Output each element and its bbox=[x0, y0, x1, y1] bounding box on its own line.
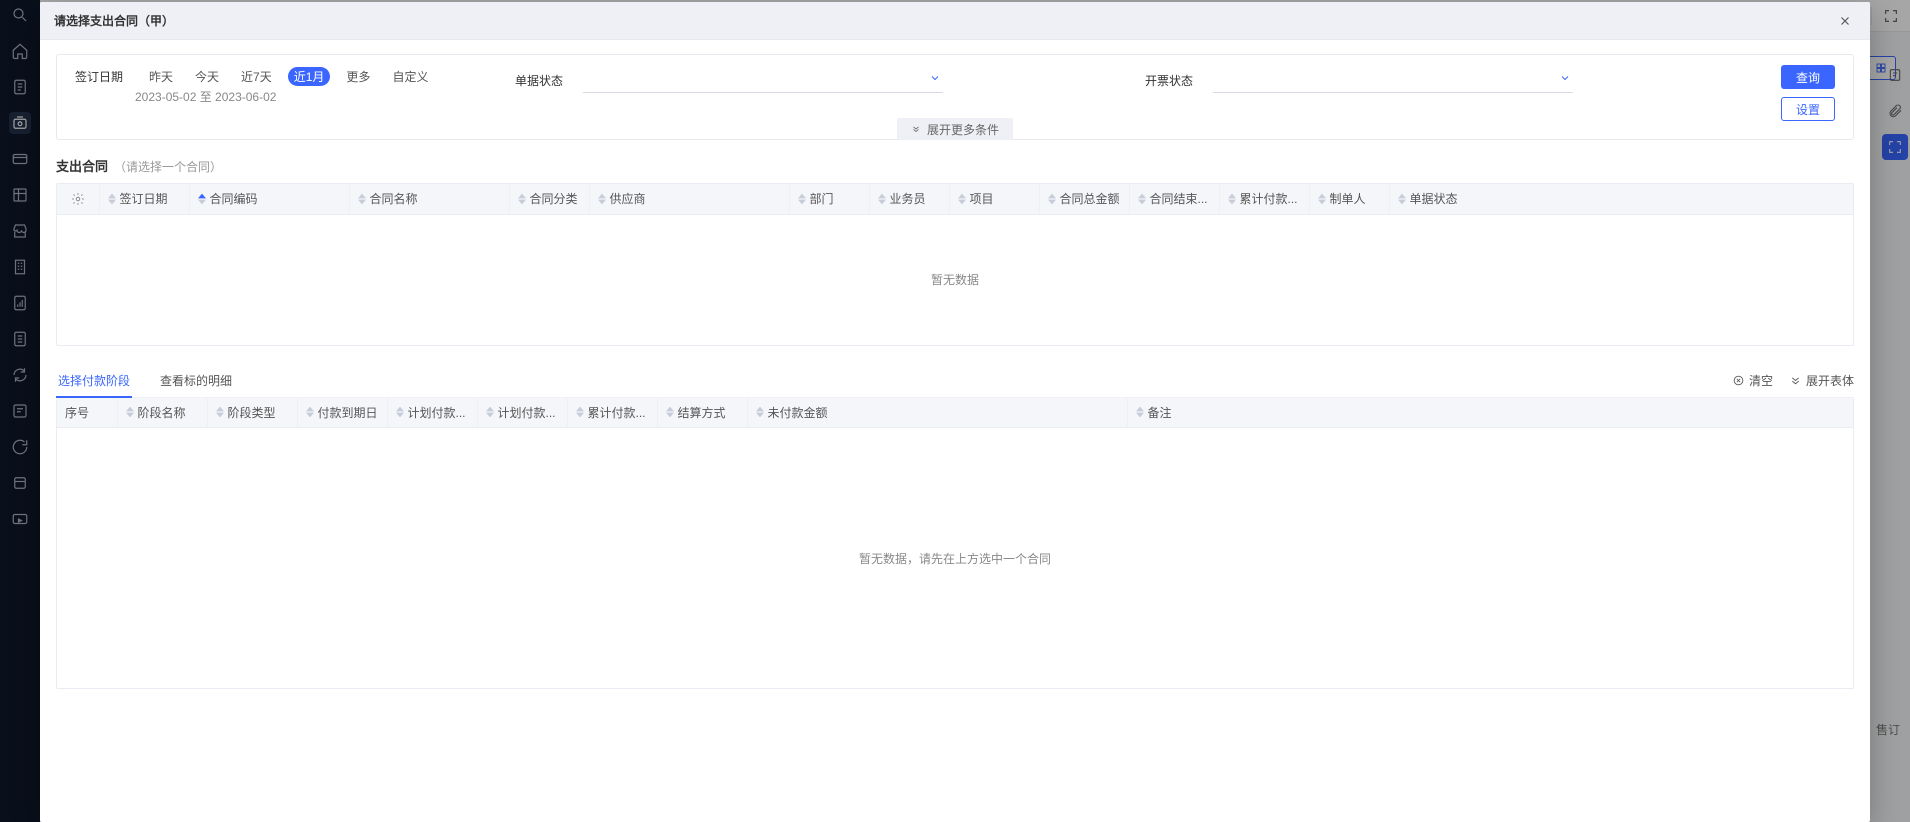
tab-payment-stage[interactable]: 选择付款阶段 bbox=[56, 364, 132, 397]
column-header[interactable]: 累计付款... bbox=[1219, 184, 1309, 214]
column-header[interactable]: 合同分类 bbox=[509, 184, 589, 214]
column-header[interactable]: 结算方式 bbox=[657, 398, 747, 428]
double-chevron-down-icon bbox=[1789, 374, 1802, 387]
stages-table: 序号阶段名称阶段类型付款到期日计划付款...计划付款...累计付款...结算方式… bbox=[56, 398, 1854, 690]
tool-clear-label: 清空 bbox=[1749, 372, 1773, 389]
chevron-down-icon bbox=[1559, 72, 1571, 87]
contracts-empty: 暂无数据 bbox=[57, 215, 1853, 345]
column-header[interactable]: 备注 bbox=[1127, 398, 1853, 428]
invoice-status-label: 开票状态 bbox=[1145, 72, 1193, 89]
date-chip-custom[interactable]: 自定义 bbox=[386, 67, 434, 86]
chevron-down-icon bbox=[929, 72, 941, 87]
column-settings[interactable] bbox=[57, 184, 99, 214]
expand-conditions-button[interactable]: 展开更多条件 bbox=[897, 118, 1013, 140]
column-header[interactable]: 序号 bbox=[57, 398, 117, 428]
column-header[interactable]: 业务员 bbox=[869, 184, 949, 214]
section-hint: （请选择一个合同） bbox=[114, 158, 222, 175]
filter-card: 签订日期 昨天 今天 近7天 近1月 更多 自定义 2023-05-02 至 2… bbox=[56, 54, 1854, 140]
stages-empty: 暂无数据，请先在上方选中一个合同 bbox=[57, 428, 1853, 688]
tool-clear[interactable]: 清空 bbox=[1732, 372, 1773, 389]
bill-status-label: 单据状态 bbox=[515, 72, 563, 89]
query-button[interactable]: 查询 bbox=[1781, 65, 1835, 89]
contracts-table: 签订日期合同编码合同名称合同分类供应商部门业务员项目合同总金额合同结束...累计… bbox=[56, 183, 1854, 346]
filter-date-range: 2023-05-02 至 2023-06-02 bbox=[75, 88, 475, 105]
column-header[interactable]: 供应商 bbox=[589, 184, 789, 214]
column-header[interactable]: 累计付款... bbox=[567, 398, 657, 428]
date-chip-yesterday[interactable]: 昨天 bbox=[143, 67, 179, 86]
column-header[interactable]: 计划付款... bbox=[477, 398, 567, 428]
column-header[interactable]: 部门 bbox=[789, 184, 869, 214]
tab-tools: 清空 展开表体 bbox=[1732, 372, 1854, 389]
tab-subject-detail[interactable]: 查看标的明细 bbox=[158, 364, 234, 397]
column-header[interactable]: 单据状态 bbox=[1389, 184, 1853, 214]
tool-expand-label: 展开表体 bbox=[1806, 372, 1854, 389]
table-head-row: 序号阶段名称阶段类型付款到期日计划付款...计划付款...累计付款...结算方式… bbox=[57, 398, 1853, 428]
invoice-status-select[interactable] bbox=[1213, 67, 1573, 93]
filter-invoice-status: 开票状态 bbox=[1145, 67, 1735, 111]
detail-tabs-row: 选择付款阶段 查看标的明细 清空 展开表体 bbox=[56, 364, 1854, 398]
column-header[interactable]: 付款到期日 bbox=[297, 398, 387, 428]
column-header[interactable]: 阶段名称 bbox=[117, 398, 207, 428]
column-header[interactable]: 合同名称 bbox=[349, 184, 509, 214]
contracts-section-title: 支出合同 （请选择一个合同） bbox=[56, 156, 1854, 175]
expand-conditions-label: 展开更多条件 bbox=[927, 121, 999, 138]
date-chip-1month[interactable]: 近1月 bbox=[288, 67, 331, 86]
filter-bill-status: 单据状态 bbox=[515, 67, 1105, 111]
close-icon bbox=[1838, 14, 1852, 28]
filter-actions: 查询 设置 bbox=[1781, 65, 1835, 121]
reset-button[interactable]: 设置 bbox=[1781, 97, 1835, 121]
column-header[interactable]: 合同编码 bbox=[189, 184, 349, 214]
detail-tabs: 选择付款阶段 查看标的明细 bbox=[56, 364, 234, 397]
modal-body: 签订日期 昨天 今天 近7天 近1月 更多 自定义 2023-05-02 至 2… bbox=[40, 40, 1870, 822]
date-chip-today[interactable]: 今天 bbox=[189, 67, 225, 86]
column-header[interactable]: 项目 bbox=[949, 184, 1039, 214]
double-chevron-down-icon bbox=[911, 124, 921, 134]
column-header[interactable]: 制单人 bbox=[1309, 184, 1389, 214]
column-header[interactable]: 未付款金额 bbox=[747, 398, 1127, 428]
modal-close-button[interactable] bbox=[1834, 10, 1856, 32]
section-main: 支出合同 bbox=[56, 156, 108, 175]
date-chip-more[interactable]: 更多 bbox=[340, 67, 376, 86]
eraser-icon bbox=[1732, 374, 1745, 387]
bill-status-select[interactable] bbox=[583, 67, 943, 93]
column-header[interactable]: 计划付款... bbox=[387, 398, 477, 428]
modal-title: 请选择支出合同（甲） bbox=[54, 12, 174, 29]
filter-date-label: 签订日期 bbox=[75, 68, 123, 85]
column-header[interactable]: 签订日期 bbox=[99, 184, 189, 214]
tool-expand-body[interactable]: 展开表体 bbox=[1789, 372, 1854, 389]
column-header[interactable]: 合同结束... bbox=[1129, 184, 1219, 214]
column-header[interactable]: 合同总金额 bbox=[1039, 184, 1129, 214]
date-chip-7days[interactable]: 近7天 bbox=[235, 67, 278, 86]
filter-signing-date: 签订日期 昨天 今天 近7天 近1月 更多 自定义 2023-05-02 至 2… bbox=[75, 67, 475, 111]
modal-header: 请选择支出合同（甲） bbox=[40, 2, 1870, 40]
column-header[interactable]: 阶段类型 bbox=[207, 398, 297, 428]
table-head-row: 签订日期合同编码合同名称合同分类供应商部门业务员项目合同总金额合同结束...累计… bbox=[57, 184, 1853, 214]
select-contract-modal: 请选择支出合同（甲） 签订日期 昨天 今天 近7天 近1月 更多 自定义 bbox=[40, 2, 1870, 822]
